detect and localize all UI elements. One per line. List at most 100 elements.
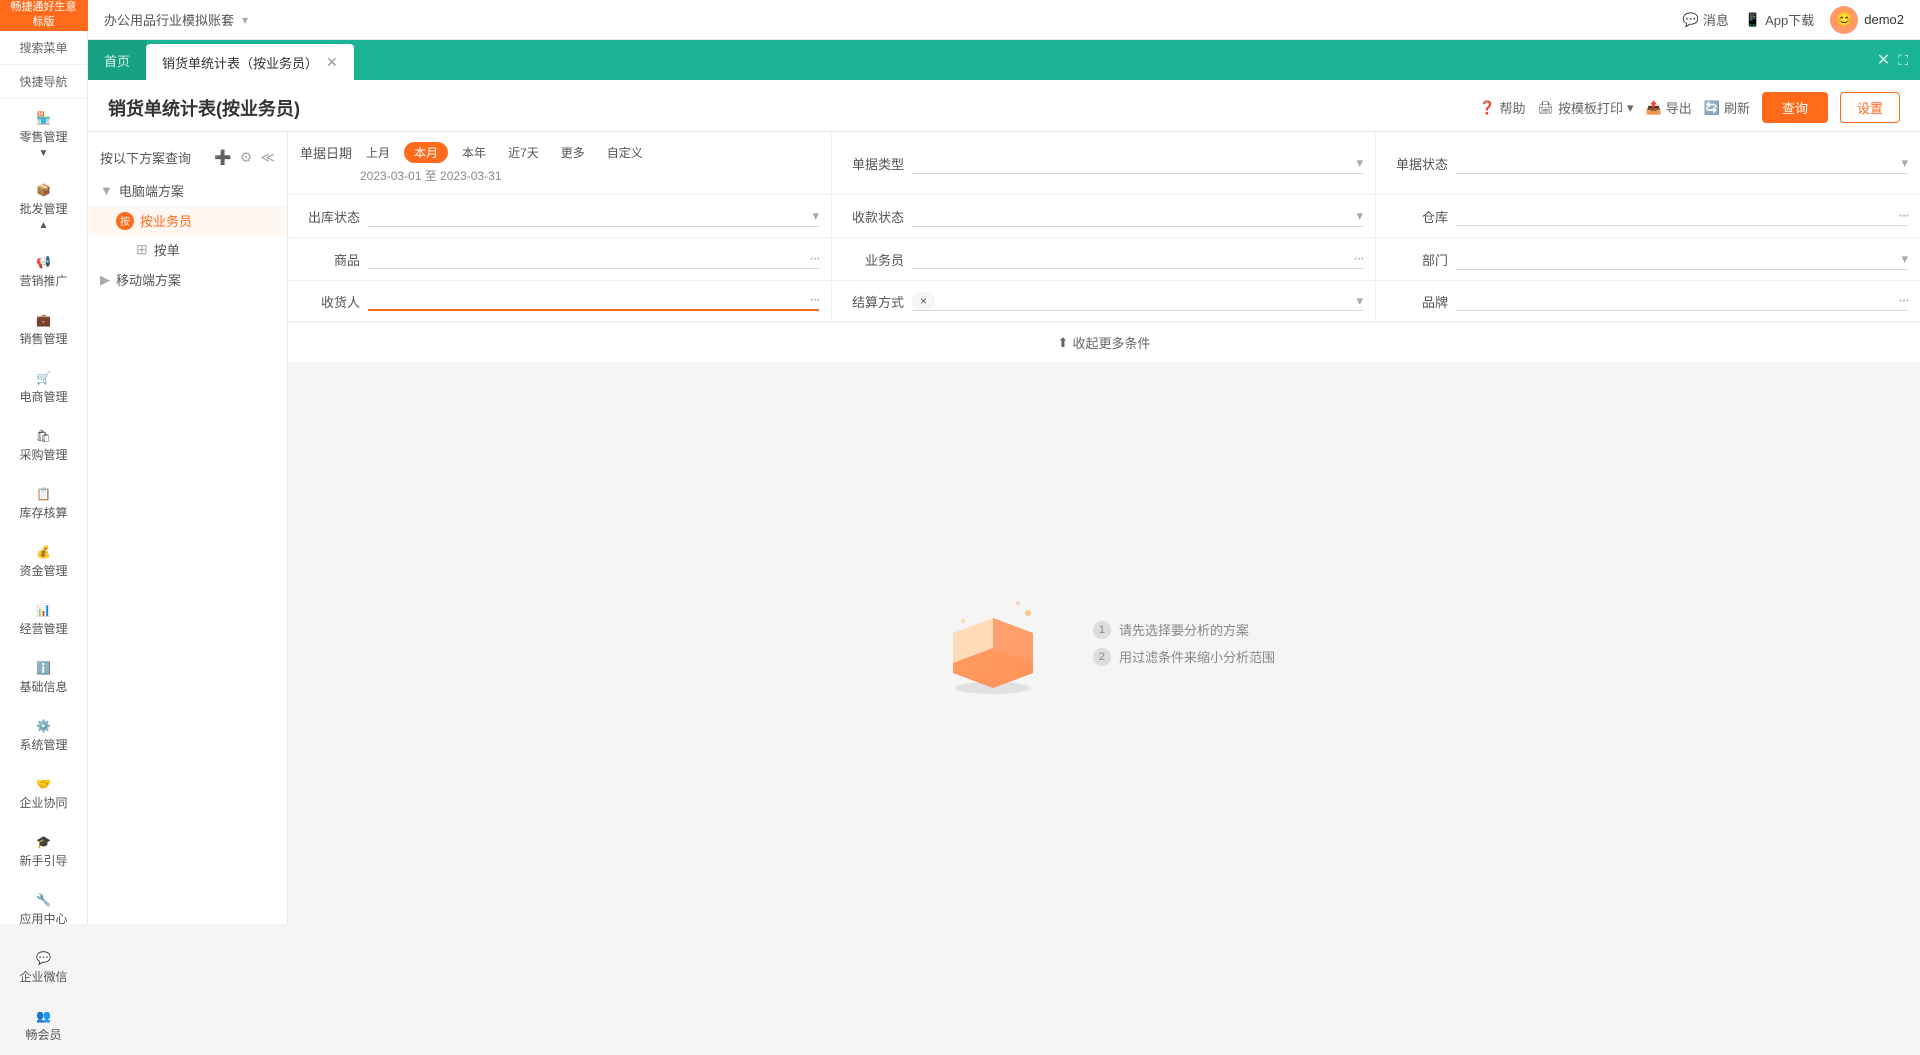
sidebar-item-newbie-label: 新手引导 [19, 852, 67, 869]
sidebar-item-wholesale[interactable]: 📦 批发管理 ▲ [0, 171, 87, 243]
search-menu[interactable]: 搜索菜单 [0, 31, 87, 65]
date-tab-this-month[interactable]: 本月 [404, 142, 448, 163]
user-profile[interactable]: 😊 demo2 [1830, 6, 1904, 34]
type-dropdown-icon[interactable]: ▾ [1356, 155, 1363, 171]
query-button[interactable]: 查询 [1762, 92, 1828, 123]
finance-icon: 💰 [36, 545, 51, 559]
quick-nav[interactable]: 快捷导航 [0, 65, 87, 99]
sidebar-item-basic[interactable]: ℹ️ 基础信息 [0, 649, 87, 707]
sidebar-item-ecommerce[interactable]: 🛒 电商管理 [0, 359, 87, 417]
help-button[interactable]: ❓ 帮助 [1479, 98, 1525, 117]
date-tab-more[interactable]: 更多 [553, 142, 593, 163]
out-status-label: 出库状态 [300, 207, 360, 226]
print-button[interactable]: 🖨 按模板打印 ▾ [1538, 98, 1634, 117]
export-label: 导出 [1666, 98, 1692, 117]
sidebar-item-purchase-label: 采购管理 [19, 446, 67, 463]
warehouse-control: ··· [1456, 207, 1908, 226]
date-tab-7days[interactable]: 近7天 [500, 142, 547, 163]
tab-home[interactable]: 首页 [88, 40, 146, 80]
app-sidebar: 畅捷通好生意 标版 搜索菜单 快捷导航 🏪 零售管理 ▼ 📦 批发管理 ▲ 📢 … [0, 0, 88, 924]
tab-maximize-icon[interactable]: ⛶ [1898, 52, 1908, 69]
receive-status-dropdown-icon[interactable]: ▾ [1356, 208, 1363, 224]
status-dropdown-icon[interactable]: ▾ [1901, 155, 1908, 171]
sidebar-item-member[interactable]: 👥 畅会员 [0, 997, 87, 1055]
member-icon: 👥 [36, 1009, 51, 1023]
help-label: 帮助 [1499, 98, 1525, 117]
app-dropdown-icon[interactable]: ▾ [242, 13, 248, 27]
settings-scheme-icon[interactable]: ⚙ [240, 149, 253, 166]
dept-input[interactable] [1456, 248, 1901, 269]
left-panel-title: 按以下方案查询 [100, 148, 206, 167]
by-order-label: 按单 [154, 240, 180, 259]
sidebar-item-enterprise[interactable]: 🤝 企业协同 [0, 765, 87, 823]
sidebar-item-inventory[interactable]: 📋 库存核算 [0, 475, 87, 533]
salesman-dots[interactable]: ··· [1353, 250, 1363, 268]
app-download-button[interactable]: 📱 App下载 [1745, 10, 1814, 29]
salesman-control: ··· [912, 250, 1363, 269]
tab-close-icon[interactable]: ✕ [326, 54, 338, 71]
message-button[interactable]: 💬 消息 [1683, 10, 1729, 29]
payment-dropdown-icon[interactable]: ▾ [1356, 293, 1363, 309]
tip-text-1: 请先选择要分析的方案 [1119, 620, 1249, 639]
wechat-icon: 💬 [36, 951, 51, 965]
export-button[interactable]: 📤 导出 [1646, 98, 1692, 117]
goods-dots[interactable]: ··· [809, 250, 819, 268]
filter-cell-date: 单据日期 上月 本月 本年 近7天 更多 自定义 2023 [288, 132, 832, 194]
sidebar-item-apps-label: 应用中心 [19, 910, 67, 927]
filter-cell-goods: 商品 ··· [288, 238, 832, 280]
type-input[interactable] [912, 152, 1356, 173]
recipient-dots[interactable]: ··· [809, 291, 819, 309]
warehouse-dots[interactable]: ··· [1898, 207, 1908, 225]
receive-status-input[interactable] [912, 205, 1356, 226]
tree-group-pc[interactable]: ▼ 电脑端方案 [88, 175, 287, 206]
tab-close-window-icon[interactable]: ✕ [1877, 50, 1890, 70]
tab-sales-stats[interactable]: 销货单统计表（按业务员） ✕ [146, 44, 354, 80]
sidebar-item-purchase[interactable]: 🛍 采购管理 [0, 417, 87, 475]
enterprise-icon: 🤝 [36, 777, 51, 791]
collapse-panel-icon[interactable]: ≪ [260, 149, 275, 166]
tree-group-mobile[interactable]: ▶ 移动端方案 [88, 264, 287, 295]
app-logo[interactable]: 畅捷通好生意 标版 [0, 0, 88, 31]
date-range: 2023-03-01 至 2023-03-31 [300, 167, 501, 184]
tree-subchild-by-order[interactable]: ⊞ 按单 [88, 235, 287, 264]
sidebar-item-basic-label: 基础信息 [19, 678, 67, 695]
right-section: 单据日期 上月 本月 本年 近7天 更多 自定义 2023 [288, 132, 1920, 924]
sidebar-item-apps[interactable]: 🔧 应用中心 [0, 881, 87, 939]
dept-dropdown-icon[interactable]: ▾ [1901, 251, 1908, 267]
out-status-dropdown-icon[interactable]: ▾ [812, 208, 819, 224]
marketing-icon: 📢 [36, 255, 51, 269]
type-label: 单据类型 [844, 154, 904, 173]
filter-cell-receive-status: 收款状态 ▾ [832, 195, 1376, 237]
sidebar-item-system[interactable]: ⚙️ 系统管理 [0, 707, 87, 765]
basic-icon: ℹ️ [36, 661, 51, 675]
sidebar-item-sales[interactable]: 💼 销售管理 [0, 301, 87, 359]
sidebar-item-marketing[interactable]: 📢 营销推广 [0, 243, 87, 301]
tree-child-by-salesman[interactable]: 按 按业务员 [88, 206, 287, 235]
payment-tag-close[interactable]: × [920, 294, 927, 308]
settings-button[interactable]: 设置 [1840, 92, 1900, 123]
status-input[interactable] [1456, 152, 1901, 173]
date-tab-custom[interactable]: 自定义 [599, 142, 651, 163]
page-content: 销货单统计表(按业务员) ❓ 帮助 🖨 按模板打印 ▾ 📤 导出 🔄 刷新 [88, 80, 1920, 924]
dept-label: 部门 [1388, 250, 1448, 269]
sidebar-item-operations[interactable]: 📊 经营管理 [0, 591, 87, 649]
sidebar-item-finance[interactable]: 💰 资金管理 [0, 533, 87, 591]
out-status-input[interactable] [368, 205, 812, 226]
brand-dots[interactable]: ··· [1898, 292, 1908, 310]
sidebar-item-newbie[interactable]: 🎓 新手引导 [0, 823, 87, 881]
print-icon: 🖨 [1538, 100, 1555, 116]
recipient-control: ··· [368, 291, 819, 311]
sidebar-item-retail[interactable]: 🏪 零售管理 ▼ [0, 99, 87, 171]
sidebar-item-wechat[interactable]: 💬 企业微信 [0, 939, 87, 997]
collapse-button[interactable]: ⬆ 收起更多条件 [288, 322, 1920, 362]
date-tab-last-month[interactable]: 上月 [358, 142, 398, 163]
add-scheme-icon[interactable]: ➕ [214, 149, 231, 166]
refresh-button[interactable]: 🔄 刷新 [1704, 98, 1750, 117]
date-tab-this-year[interactable]: 本年 [454, 142, 494, 163]
empty-state: 1 请先选择要分析的方案 2 用过滤条件来缩小分析范围 [933, 583, 1275, 703]
sidebar-item-sales-label: 销售管理 [19, 330, 67, 347]
sidebar-item-ecommerce-label: 电商管理 [19, 388, 67, 405]
content-area: 按以下方案查询 ➕ ⚙ ≪ ▼ 电脑端方案 按 按业务员 ⊞ 按单 [88, 132, 1920, 924]
goods-control: ··· [368, 250, 819, 269]
print-arrow-icon: ▾ [1627, 100, 1634, 116]
